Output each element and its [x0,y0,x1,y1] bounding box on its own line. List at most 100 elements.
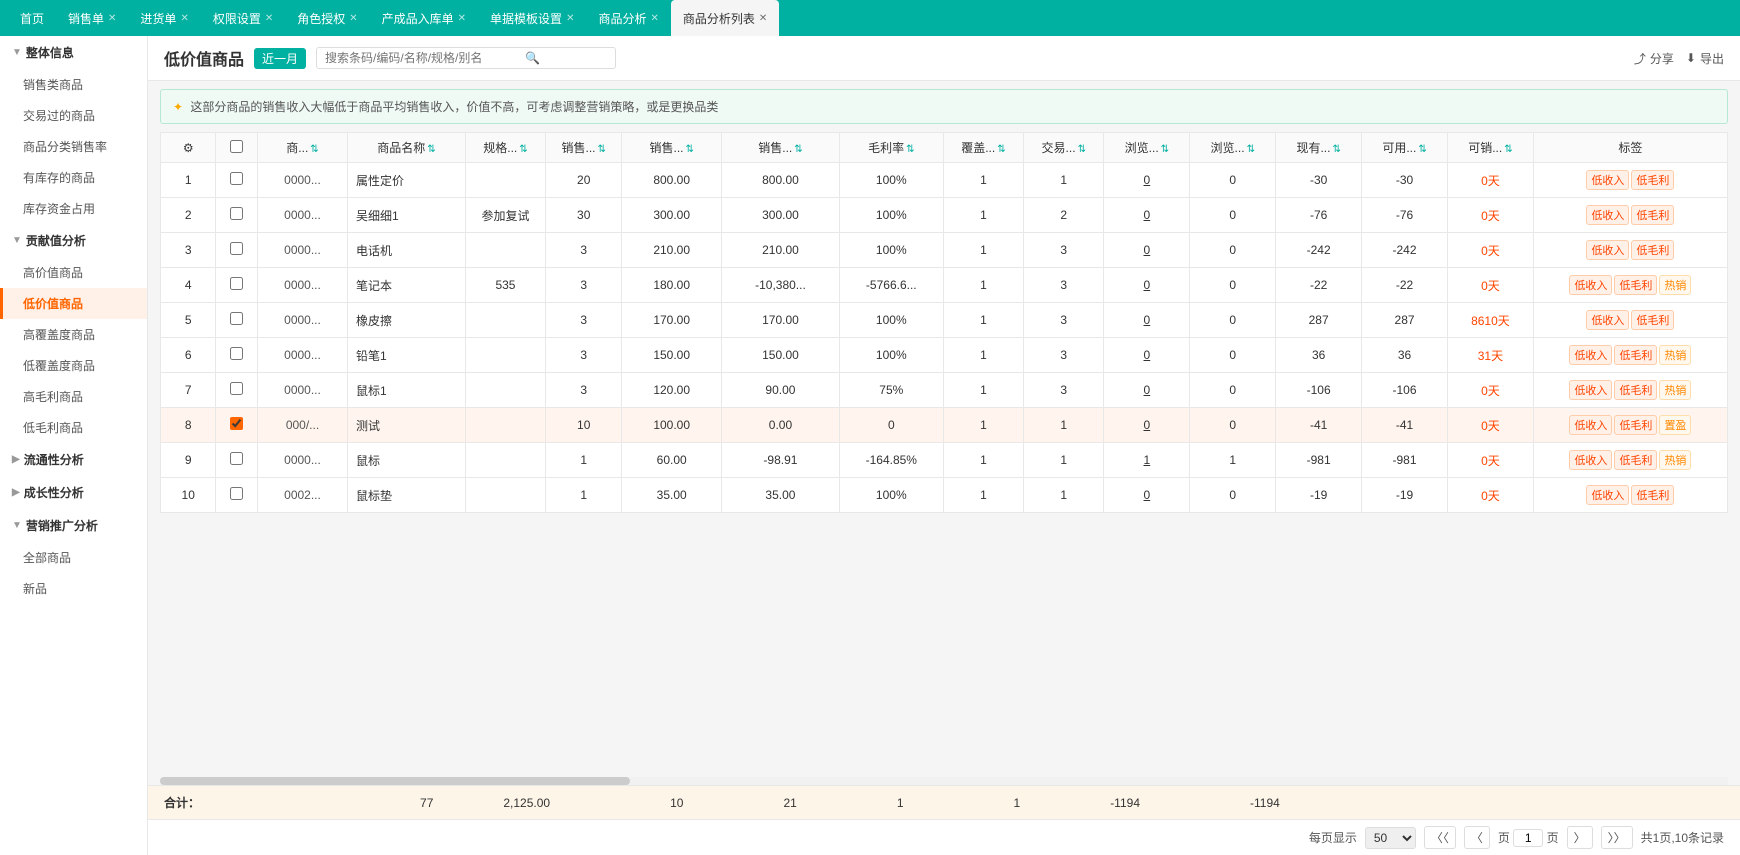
sidebar-group-overall[interactable]: ▼ 整体信息 [0,36,147,69]
next-page-button[interactable]: 〉 [1567,826,1593,849]
nav-template[interactable]: 单据模板设置 ✕ [478,0,586,36]
sidebar-group-marketing[interactable]: ▼ 营销推广分析 [0,509,147,542]
cell-checkbox[interactable] [216,303,258,338]
th-settings[interactable]: ⚙ [161,133,216,163]
row-checkbox[interactable] [230,242,243,255]
nav-purchase[interactable]: 进货单 ✕ [128,0,200,36]
sidebar-item-low-coverage[interactable]: 低覆盖度商品 [0,350,147,381]
search-icon[interactable]: 🔍 [525,51,540,65]
row-checkbox[interactable] [230,382,243,395]
sidebar-item-stocked-products[interactable]: 有库存的商品 [0,162,147,193]
browse-link[interactable]: 0 [1144,348,1151,362]
nav-product-in[interactable]: 产成品入库单 ✕ [370,0,478,36]
sidebar-item-category-rate[interactable]: 商品分类销售率 [0,131,147,162]
th-stock1[interactable]: 现有...⇅ [1276,133,1362,163]
nav-permission[interactable]: 权限设置 ✕ [201,0,285,36]
cell-browse1[interactable]: 0 [1104,198,1190,233]
nav-close-product-in[interactable]: ✕ [458,13,466,24]
th-sale3[interactable]: 销售...⇅ [722,133,840,163]
browse-link[interactable]: 0 [1144,488,1151,502]
cell-checkbox[interactable] [216,408,258,443]
nav-close-permission[interactable]: ✕ [265,13,273,24]
cell-checkbox[interactable] [216,373,258,408]
table-wrapper[interactable]: ⚙ 商...⇅ 商品名称⇅ 规格...⇅ 销售...⇅ 销售...⇅ 销售...… [148,132,1740,777]
cell-checkbox[interactable] [216,443,258,478]
cell-checkbox[interactable] [216,338,258,373]
cell-browse1[interactable]: 0 [1104,408,1190,443]
sidebar-group-growth[interactable]: ▶ 成长性分析 [0,476,147,509]
row-checkbox[interactable] [230,417,243,430]
th-name[interactable]: 商品名称⇅ [348,133,466,163]
sidebar-item-all-products[interactable]: 全部商品 [0,542,147,573]
horizontal-scrollbar[interactable] [160,777,1728,785]
sidebar-item-high-value[interactable]: 高价值商品 [0,257,147,288]
page-number-input[interactable] [1513,829,1543,847]
th-cover[interactable]: 覆盖...⇅ [943,133,1023,163]
th-code[interactable]: 商...⇅ [257,133,347,163]
share-button[interactable]: ⤴ 分享 [1634,50,1674,67]
sidebar-item-traded-products[interactable]: 交易过的商品 [0,100,147,131]
nav-close-purchase[interactable]: ✕ [180,13,188,24]
sidebar-group-contribution[interactable]: ▼ 贡献值分析 [0,224,147,257]
cell-browse1[interactable]: 0 [1104,373,1190,408]
nav-close-sales[interactable]: ✕ [108,13,116,24]
sidebar-item-high-margin[interactable]: 高毛利商品 [0,381,147,412]
nav-close-role[interactable]: ✕ [349,13,357,24]
row-checkbox[interactable] [230,452,243,465]
cell-browse1[interactable]: 1 [1104,443,1190,478]
time-tag-button[interactable]: 近一月 [254,48,306,69]
cell-browse1[interactable]: 0 [1104,303,1190,338]
sidebar-group-flow[interactable]: ▶ 流通性分析 [0,443,147,476]
settings-icon[interactable]: ⚙ [183,141,194,155]
last-page-button[interactable]: 〉〉 [1601,826,1633,849]
sidebar-item-new-products[interactable]: 新品 [0,573,147,604]
cell-browse1[interactable]: 0 [1104,233,1190,268]
cell-checkbox[interactable] [216,198,258,233]
browse-link[interactable]: 0 [1144,173,1151,187]
sidebar-item-sales-products[interactable]: 销售类商品 [0,69,147,100]
sidebar-item-inventory-fund[interactable]: 库存资金占用 [0,193,147,224]
cell-browse1[interactable]: 0 [1104,338,1190,373]
sidebar-item-low-margin[interactable]: 低毛利商品 [0,412,147,443]
cell-checkbox[interactable] [216,478,258,513]
prev-page-button[interactable]: 〈 [1464,826,1490,849]
page-size-select[interactable]: 50 100 200 [1365,827,1416,849]
th-sale4[interactable]: 可销...⇅ [1447,133,1533,163]
row-checkbox[interactable] [230,347,243,360]
th-margin[interactable]: 毛利率⇅ [839,133,943,163]
th-browse2[interactable]: 浏览...⇅ [1190,133,1276,163]
nav-close-analysis-list[interactable]: ✕ [759,13,767,24]
cell-checkbox[interactable] [216,233,258,268]
row-checkbox[interactable] [230,207,243,220]
nav-close-template[interactable]: ✕ [566,13,574,24]
th-checkbox[interactable] [216,133,258,163]
th-browse1[interactable]: 浏览...⇅ [1104,133,1190,163]
nav-analysis[interactable]: 商品分析 ✕ [586,0,670,36]
cell-checkbox[interactable] [216,163,258,198]
nav-role[interactable]: 角色授权 ✕ [285,0,369,36]
search-input[interactable] [325,51,525,65]
nav-close-analysis[interactable]: ✕ [650,13,658,24]
cell-browse1[interactable]: 0 [1104,478,1190,513]
browse-link[interactable]: 0 [1144,383,1151,397]
browse-link[interactable]: 1 [1144,453,1151,467]
th-sale1[interactable]: 销售...⇅ [546,133,622,163]
browse-link[interactable]: 0 [1144,243,1151,257]
nav-analysis-list[interactable]: 商品分析列表 ✕ [671,0,779,36]
th-spec[interactable]: 规格...⇅ [465,133,545,163]
nav-home[interactable]: 首页 [8,0,56,36]
row-checkbox[interactable] [230,487,243,500]
row-checkbox[interactable] [230,312,243,325]
sidebar-item-low-value[interactable]: 低价值商品 [0,288,147,319]
th-stock2[interactable]: 可用...⇅ [1362,133,1448,163]
row-checkbox[interactable] [230,277,243,290]
browse-link[interactable]: 0 [1144,278,1151,292]
cell-browse1[interactable]: 0 [1104,268,1190,303]
th-sale2[interactable]: 销售...⇅ [622,133,722,163]
browse-link[interactable]: 0 [1144,208,1151,222]
export-button[interactable]: ⬇ 导出 [1686,50,1724,67]
select-all-checkbox[interactable] [230,140,243,153]
th-trade[interactable]: 交易...⇅ [1024,133,1104,163]
browse-link[interactable]: 0 [1144,418,1151,432]
first-page-button[interactable]: 〈〈 [1424,826,1456,849]
